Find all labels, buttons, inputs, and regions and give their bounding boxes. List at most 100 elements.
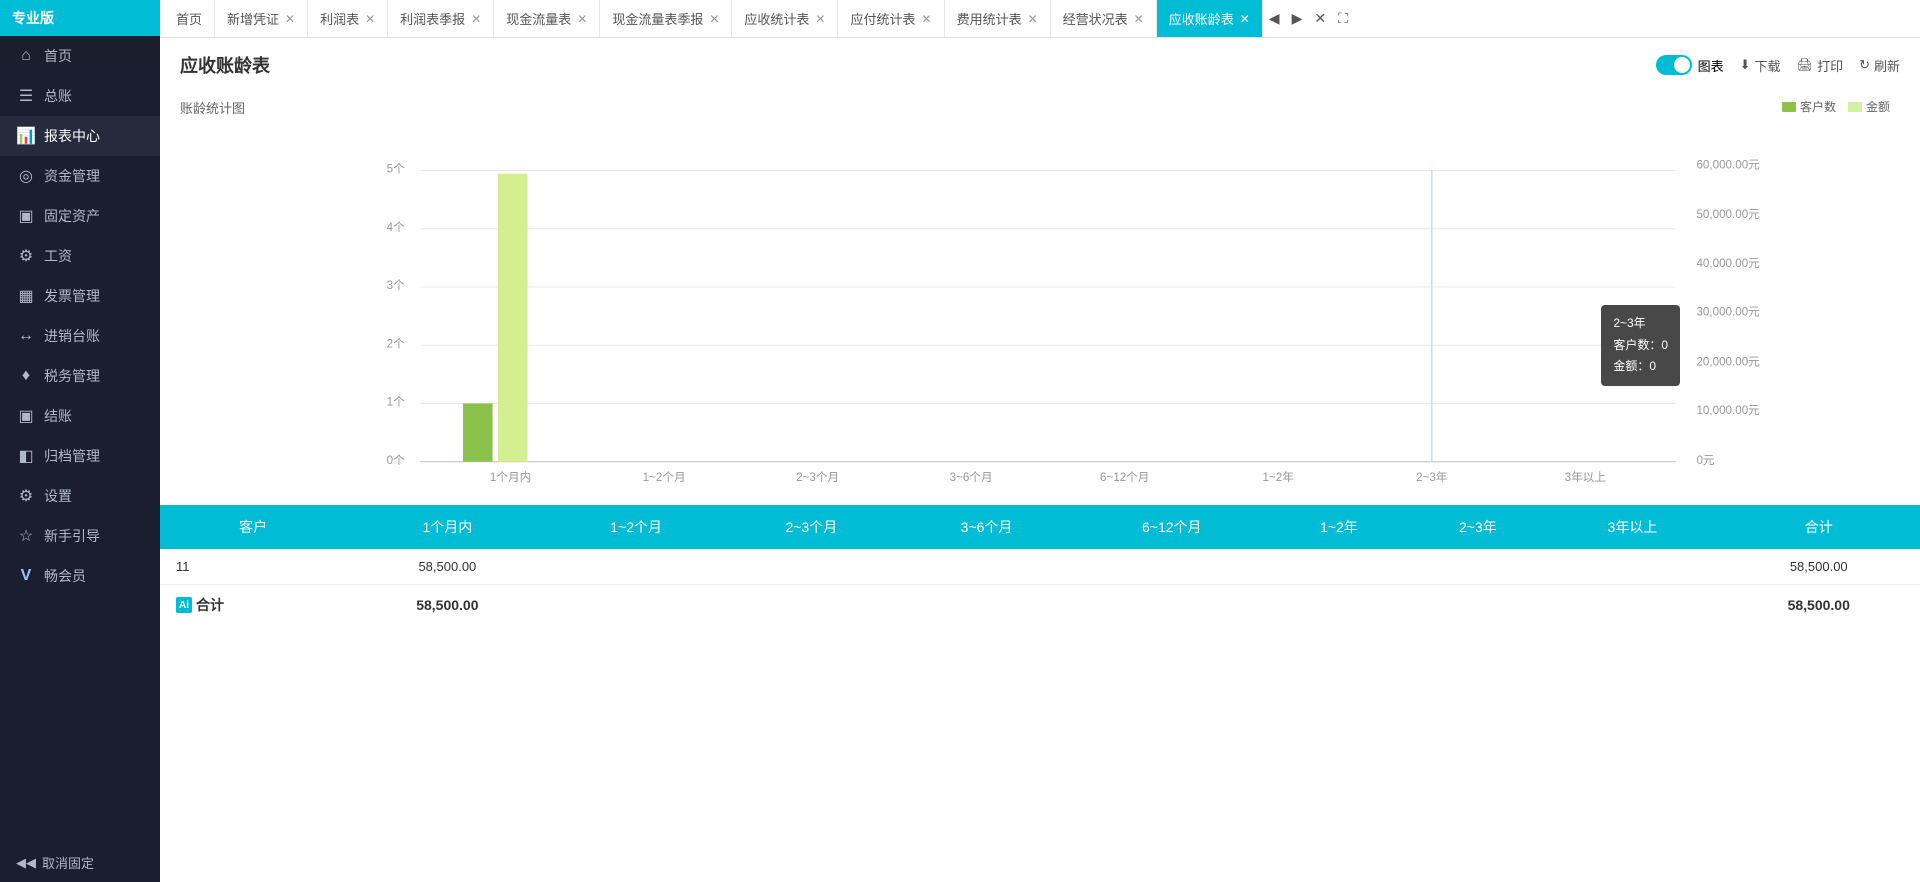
- svg-text:20,000.00元: 20,000.00元: [1696, 355, 1760, 368]
- table-header-row: 客户 1个月内 1~2个月 2~3个月 3~6个月 6~12个月 1~2年 2~…: [160, 505, 1920, 549]
- footer-y12: [1269, 585, 1408, 626]
- col-header-m1: 1个月内: [346, 505, 548, 549]
- chart-title: 账龄统计图: [180, 98, 1900, 117]
- svg-text:1个: 1个: [387, 396, 405, 409]
- cell-y23: [1408, 549, 1547, 585]
- sidebar-item-close[interactable]: ▣ 结账: [0, 396, 160, 436]
- chart-legend: 客户数 金额: [1782, 98, 1890, 115]
- tab-cashflow-close[interactable]: ✕: [577, 12, 587, 26]
- member-icon: V: [16, 567, 36, 585]
- sidebar-item-reports[interactable]: 📊 报表中心: [0, 116, 160, 156]
- chart-toggle-switch[interactable]: 图表: [1656, 55, 1724, 75]
- col-header-total: 合计: [1718, 505, 1920, 549]
- tab-aging-label: 应收账龄表: [1169, 9, 1234, 28]
- sidebar-label-sales: 进销台账: [44, 326, 100, 346]
- tab-profit-quarterly-close[interactable]: ✕: [471, 12, 481, 26]
- footer-label: Ai 合计: [160, 585, 346, 626]
- refresh-button[interactable]: ↻ 刷新: [1859, 56, 1900, 75]
- svg-text:50,000.00元: 50,000.00元: [1696, 208, 1760, 221]
- tab-receivable-stat[interactable]: 应收统计表 ✕: [732, 0, 838, 38]
- tab-voucher-close[interactable]: ✕: [285, 12, 295, 26]
- total-icon: Ai: [176, 597, 192, 613]
- sidebar-label-archive: 归档管理: [44, 446, 100, 466]
- chart-toggle[interactable]: [1656, 55, 1692, 75]
- tab-prev-button[interactable]: ◀: [1263, 0, 1286, 38]
- refresh-label: 刷新: [1874, 56, 1900, 75]
- col-header-m12: 1~2个月: [549, 505, 724, 549]
- tab-cashflow[interactable]: 现金流量表 ✕: [494, 0, 600, 38]
- svg-text:4个: 4个: [387, 221, 405, 234]
- tab-receivable-stat-close[interactable]: ✕: [815, 12, 825, 26]
- col-header-over3: 3年以上: [1547, 505, 1717, 549]
- svg-text:60,000.00元: 60,000.00元: [1696, 158, 1760, 171]
- tab-profit-quarterly-label: 利润表季报: [400, 9, 465, 28]
- tab-expense-stat-close[interactable]: ✕: [1028, 12, 1038, 26]
- tab-cashflow-quarterly[interactable]: 现金流量表季报 ✕: [600, 0, 732, 38]
- cell-m36: [899, 549, 1074, 585]
- sidebar-item-ledger[interactable]: ☰ 总账: [0, 76, 160, 116]
- tab-profit-close[interactable]: ✕: [365, 12, 375, 26]
- chart-toggle-label: 图表: [1698, 56, 1724, 75]
- sidebar-item-home[interactable]: ⌂ 首页: [0, 36, 160, 76]
- tab-voucher[interactable]: 新增凭证 ✕: [215, 0, 308, 38]
- tab-aging[interactable]: 应收账龄表 ✕: [1157, 0, 1263, 38]
- sidebar-label-member: 畅会员: [44, 566, 86, 586]
- tab-profit-quarterly[interactable]: 利润表季报 ✕: [388, 0, 494, 38]
- sidebar-item-guide[interactable]: ☆ 新手引导: [0, 516, 160, 556]
- sidebar-item-settings[interactable]: ⚙ 设置: [0, 476, 160, 516]
- sidebar-item-sales[interactable]: ↔ 进销台账: [0, 316, 160, 356]
- sidebar-label-salary: 工资: [44, 246, 72, 266]
- tab-payable-stat-close[interactable]: ✕: [922, 12, 932, 26]
- footer-total-text: 合计: [196, 595, 224, 615]
- tab-payable-stat[interactable]: 应付统计表 ✕: [838, 0, 944, 38]
- tab-operation-close[interactable]: ✕: [1134, 12, 1144, 26]
- tab-expense-stat[interactable]: 费用统计表 ✕: [945, 0, 1051, 38]
- unpin-icon: ◀◀: [16, 855, 36, 871]
- tab-bar: 首页 新增凭证 ✕ 利润表 ✕ 利润表季报 ✕ 现金流量表 ✕ 现金流量表季报 …: [160, 0, 1920, 38]
- svg-text:5个: 5个: [387, 163, 405, 176]
- tab-home[interactable]: 首页: [164, 0, 215, 38]
- sidebar-item-archive[interactable]: ◧ 归档管理: [0, 436, 160, 476]
- tab-profit[interactable]: 利润表 ✕: [308, 0, 388, 38]
- sidebar-item-funds[interactable]: ◎ 资金管理: [0, 156, 160, 196]
- sidebar-item-invoice[interactable]: ▦ 发票管理: [0, 276, 160, 316]
- cell-m12: [549, 549, 724, 585]
- chart-container: 账龄统计图 客户数 金额 0个 1个 2个 3个 4个: [160, 88, 1920, 495]
- refresh-icon: ↻: [1859, 57, 1870, 73]
- tab-cashflow-quarterly-close[interactable]: ✕: [709, 12, 719, 26]
- tab-operation[interactable]: 经营状况表 ✕: [1051, 0, 1157, 38]
- tab-home-label: 首页: [176, 9, 202, 28]
- sidebar-label-home: 首页: [44, 46, 72, 66]
- svg-text:0个: 0个: [387, 454, 405, 467]
- svg-text:2~3年: 2~3年: [1416, 470, 1448, 484]
- tab-aging-close[interactable]: ✕: [1240, 12, 1250, 26]
- cell-m1: 58,500.00: [346, 549, 548, 585]
- download-button[interactable]: ⬇ 下载: [1740, 56, 1781, 75]
- tab-close-all-button[interactable]: ✕: [1308, 0, 1332, 38]
- tax-icon: ♦: [16, 367, 36, 385]
- cell-over3: [1547, 549, 1717, 585]
- sidebar-label-reports: 报表中心: [44, 126, 100, 146]
- sidebar-item-salary[interactable]: ⚙ 工资: [0, 236, 160, 276]
- sidebar-item-member[interactable]: V 畅会员: [0, 556, 160, 596]
- col-header-y12: 1~2年: [1269, 505, 1408, 549]
- tab-payable-stat-label: 应付统计表: [850, 9, 915, 28]
- page-content: 应收账龄表 图表 ⬇ 下载 🖨 打印 ↻ 刷新: [160, 38, 1920, 882]
- sidebar-label-guide: 新手引导: [44, 526, 100, 546]
- tab-operation-label: 经营状况表: [1063, 9, 1128, 28]
- salary-icon: ⚙: [16, 246, 36, 266]
- unpin-button[interactable]: ◀◀ 取消固定: [0, 843, 160, 882]
- tab-expand-button[interactable]: ⛶: [1332, 0, 1354, 38]
- legend-amount-label: 金额: [1866, 98, 1890, 115]
- main-area: 首页 新增凭证 ✕ 利润表 ✕ 利润表季报 ✕ 现金流量表 ✕ 现金流量表季报 …: [160, 0, 1920, 882]
- svg-text:2~3个月: 2~3个月: [796, 471, 839, 484]
- guide-icon: ☆: [16, 526, 36, 546]
- svg-text:3年以上: 3年以上: [1565, 470, 1607, 484]
- svg-text:0元: 0元: [1696, 454, 1714, 467]
- sidebar-item-tax[interactable]: ♦ 税务管理: [0, 356, 160, 396]
- reports-icon: 📊: [16, 126, 36, 146]
- sidebar-item-assets[interactable]: ▣ 固定资产: [0, 196, 160, 236]
- cell-m612: [1074, 549, 1269, 585]
- print-button[interactable]: 🖨 打印: [1797, 56, 1844, 75]
- tab-next-button[interactable]: ▶: [1286, 0, 1309, 38]
